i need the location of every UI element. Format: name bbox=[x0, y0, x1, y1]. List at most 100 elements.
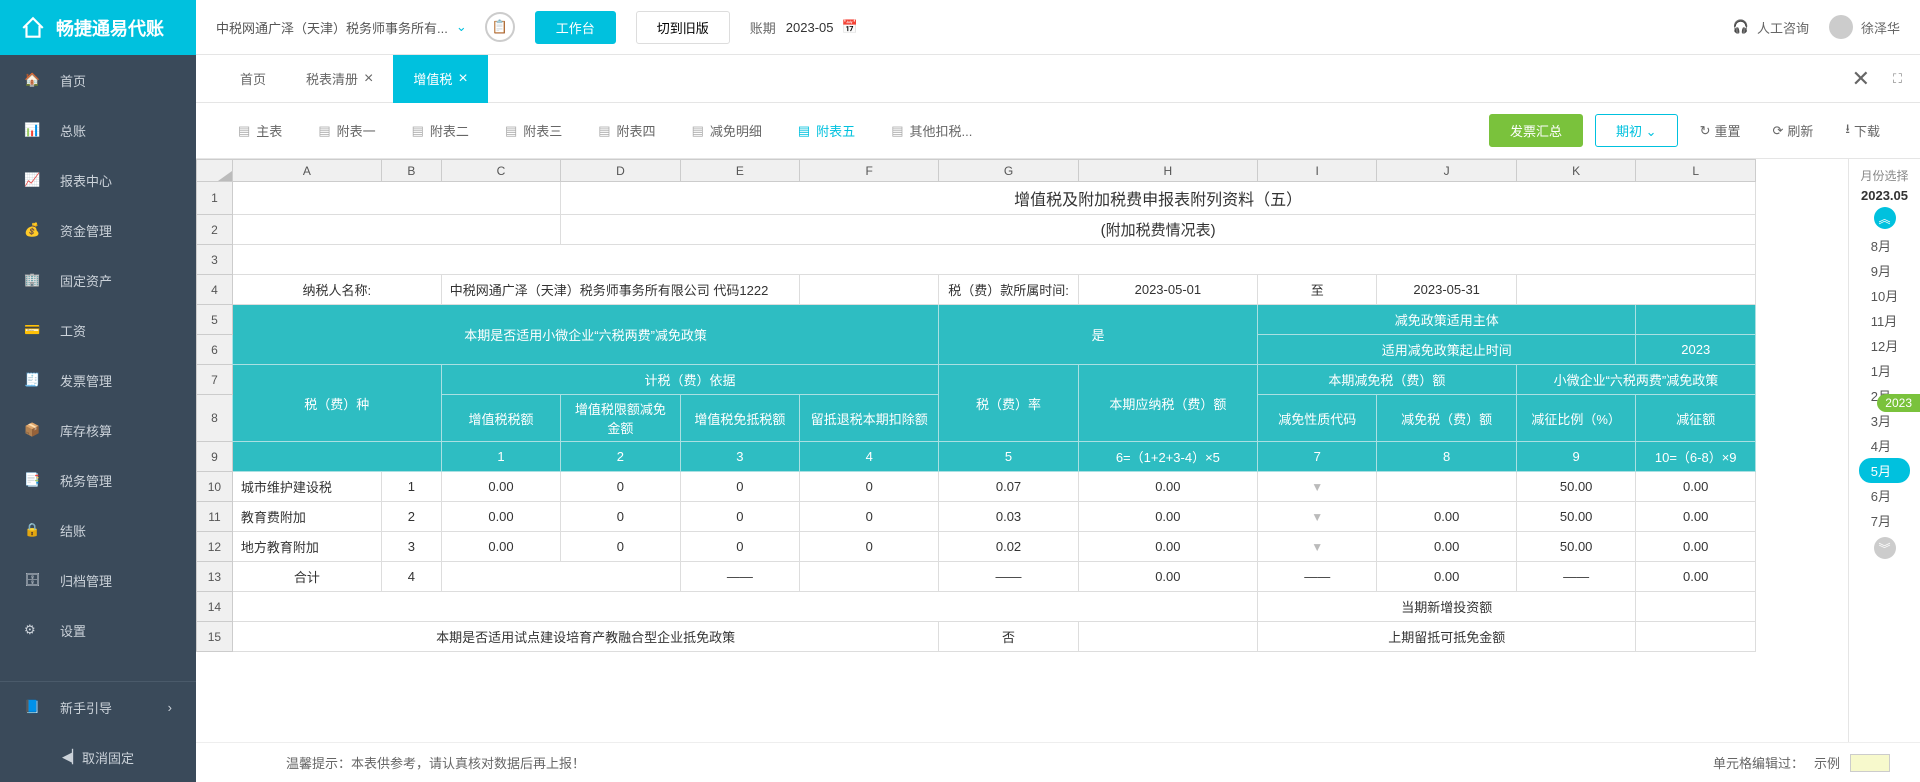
sidebar-item-asset[interactable]: 🏢固定资产 bbox=[0, 255, 196, 305]
document-icon: ▤ bbox=[598, 123, 610, 139]
col-header-I[interactable]: I bbox=[1257, 160, 1376, 182]
row-header-15[interactable]: 15 bbox=[197, 622, 233, 652]
month-9月[interactable]: 9月 bbox=[1859, 258, 1910, 283]
close-icon[interactable]: × bbox=[364, 70, 373, 88]
month-8月[interactable]: 8月 bbox=[1859, 233, 1910, 258]
subtab-bar: ▤主表 ▤附表一 ▤附表二 ▤附表三 ▤附表四 ▤减免明细 ▤附表五 ▤其他扣税... 发票汇… bbox=[196, 103, 1920, 159]
sheet-corner[interactable] bbox=[197, 160, 233, 182]
row-header-9[interactable]: 9 bbox=[197, 442, 233, 472]
sidebar-item-tax[interactable]: 📑税务管理 bbox=[0, 455, 196, 505]
document-icon: ▤ bbox=[318, 123, 330, 139]
month-7月[interactable]: 7月 bbox=[1859, 508, 1910, 533]
user-menu[interactable]: 徐泽华 bbox=[1829, 15, 1900, 39]
col-header-E[interactable]: E bbox=[680, 160, 799, 182]
sidebar-item-chart[interactable]: 📈报表中心 bbox=[0, 155, 196, 205]
sidebar-item-home[interactable]: 🏠首页 bbox=[0, 55, 196, 105]
row-header-8[interactable]: 8 bbox=[197, 395, 233, 442]
close-icon[interactable]: × bbox=[458, 70, 467, 88]
row-header-13[interactable]: 13 bbox=[197, 562, 233, 592]
month-1月[interactable]: 1月 bbox=[1859, 358, 1910, 383]
subtab-附表五[interactable]: ▤附表五 bbox=[786, 113, 867, 148]
period-init-button[interactable]: 期初 ⌄ bbox=[1595, 114, 1678, 147]
col-header-L[interactable]: L bbox=[1636, 160, 1756, 182]
row-header-12[interactable]: 12 bbox=[197, 532, 233, 562]
col-header-C[interactable]: C bbox=[441, 160, 560, 182]
month-11月[interactable]: 11月 bbox=[1859, 308, 1910, 333]
tax-icon: 📑 bbox=[24, 472, 46, 488]
sidebar: 畅捷通易代账 🏠首页📊总账📈报表中心💰资金管理🏢固定资产💳工资🧾发票管理📦库存核… bbox=[0, 0, 196, 782]
subtab-附表四[interactable]: ▤附表四 bbox=[586, 113, 667, 148]
month-panel-current: 2023.05 bbox=[1861, 188, 1908, 203]
subtab-其他扣税...[interactable]: ▤其他扣税... bbox=[879, 113, 984, 148]
subtab-减免明细[interactable]: ▤减免明细 bbox=[680, 113, 774, 148]
row-header-3[interactable]: 3 bbox=[197, 245, 233, 275]
workspace-button[interactable]: 工作台 bbox=[535, 11, 616, 44]
scroll-up-icon[interactable]: ︽ bbox=[1874, 207, 1896, 229]
close-period-icon: 🔒 bbox=[24, 522, 46, 538]
reduce-code-select[interactable]: ▼ bbox=[1257, 532, 1376, 562]
row-header-7[interactable]: 7 bbox=[197, 365, 233, 395]
sidebar-item-settings[interactable]: ⚙设置 bbox=[0, 605, 196, 655]
col-header-F[interactable]: F bbox=[800, 160, 939, 182]
sidebar-item-stock[interactable]: 📦库存核算 bbox=[0, 405, 196, 455]
company-selector[interactable]: 中税网通广泽（天津）税务师事务所有... ⌄ bbox=[216, 18, 467, 37]
row-header-14[interactable]: 14 bbox=[197, 592, 233, 622]
col-header-H[interactable]: H bbox=[1078, 160, 1257, 182]
sidebar-item-salary[interactable]: 💳工资 bbox=[0, 305, 196, 355]
refresh-button[interactable]: ⟳刷新 bbox=[1763, 115, 1824, 146]
tab-税表清册[interactable]: 税表清册× bbox=[286, 55, 393, 103]
scroll-down-icon[interactable]: ︾ bbox=[1874, 537, 1896, 559]
support-link[interactable]: 🎧 人工咨询 bbox=[1733, 18, 1809, 37]
sidebar-item-archive[interactable]: 🗄归档管理 bbox=[0, 555, 196, 605]
switch-old-button[interactable]: 切到旧版 bbox=[636, 11, 730, 44]
row-header-2[interactable]: 2 bbox=[197, 215, 233, 245]
reset-icon: ↻ bbox=[1700, 123, 1711, 139]
row-header-1[interactable]: 1 bbox=[197, 182, 233, 215]
col-header-D[interactable]: D bbox=[561, 160, 680, 182]
row-header-4[interactable]: 4 bbox=[197, 275, 233, 305]
reduce-code-select[interactable]: ▼ bbox=[1257, 502, 1376, 532]
spreadsheet[interactable]: ABCDEFGHIJKL1增值税及附加税费申报表附列资料（五）2(附加税费情况表… bbox=[196, 159, 1848, 742]
col-header-J[interactable]: J bbox=[1377, 160, 1516, 182]
subtab-附表一[interactable]: ▤附表一 bbox=[306, 113, 387, 148]
fullscreen-icon[interactable]: ⛶ bbox=[1893, 71, 1902, 87]
legend-label: 单元格编辑过： bbox=[1713, 753, 1804, 772]
tab-增值税[interactable]: 增值税× bbox=[393, 55, 487, 103]
stock-icon: 📦 bbox=[24, 422, 46, 438]
tab-首页[interactable]: 首页 bbox=[220, 55, 286, 103]
reduce-code-select[interactable]: ▼ bbox=[1257, 472, 1376, 502]
period-display: 账期 2023-05 📅 bbox=[750, 18, 858, 37]
reset-button[interactable]: ↻重置 bbox=[1690, 115, 1751, 146]
month-6月[interactable]: 6月 bbox=[1859, 483, 1910, 508]
month-12月[interactable]: 12月 bbox=[1859, 333, 1910, 358]
asset-icon: 🏢 bbox=[24, 272, 46, 288]
clipboard-icon[interactable]: 📋 bbox=[485, 12, 515, 42]
col-header-G[interactable]: G bbox=[939, 160, 1078, 182]
col-header-A[interactable]: A bbox=[232, 160, 381, 182]
col-header-K[interactable]: K bbox=[1516, 160, 1636, 182]
month-5月[interactable]: 5月 bbox=[1859, 458, 1910, 483]
subtab-主表[interactable]: ▤主表 bbox=[226, 113, 294, 148]
subtab-附表二[interactable]: ▤附表二 bbox=[400, 113, 481, 148]
sidebar-unpin[interactable]: ◀▏ 取消固定 bbox=[0, 732, 196, 782]
download-button[interactable]: ⭳下载 bbox=[1835, 114, 1890, 148]
period-value[interactable]: 2023-05 bbox=[786, 20, 834, 35]
row-header-10[interactable]: 10 bbox=[197, 472, 233, 502]
row-header-5[interactable]: 5 bbox=[197, 305, 233, 335]
sidebar-item-close-period[interactable]: 🔒结账 bbox=[0, 505, 196, 555]
invoice-summary-button[interactable]: 发票汇总 bbox=[1489, 114, 1583, 147]
topbar: 中税网通广泽（天津）税务师事务所有... ⌄ 📋 工作台 切到旧版 账期 202… bbox=[196, 0, 1920, 55]
month-10月[interactable]: 10月 bbox=[1859, 283, 1910, 308]
invoice-icon: 🧾 bbox=[24, 372, 46, 388]
sidebar-item-money[interactable]: 💰资金管理 bbox=[0, 205, 196, 255]
row-header-6[interactable]: 6 bbox=[197, 335, 233, 365]
sidebar-item-invoice[interactable]: 🧾发票管理 bbox=[0, 355, 196, 405]
col-header-B[interactable]: B bbox=[382, 160, 442, 182]
month-4月[interactable]: 4月 bbox=[1859, 433, 1910, 458]
calendar-icon[interactable]: 📅 bbox=[842, 19, 858, 35]
row-header-11[interactable]: 11 bbox=[197, 502, 233, 532]
sidebar-guide[interactable]: 📘 新手引导 › bbox=[0, 682, 196, 732]
subtab-附表三[interactable]: ▤附表三 bbox=[493, 113, 574, 148]
sidebar-item-ledger[interactable]: 📊总账 bbox=[0, 105, 196, 155]
close-all-icon[interactable]: ✕ bbox=[1852, 66, 1870, 92]
